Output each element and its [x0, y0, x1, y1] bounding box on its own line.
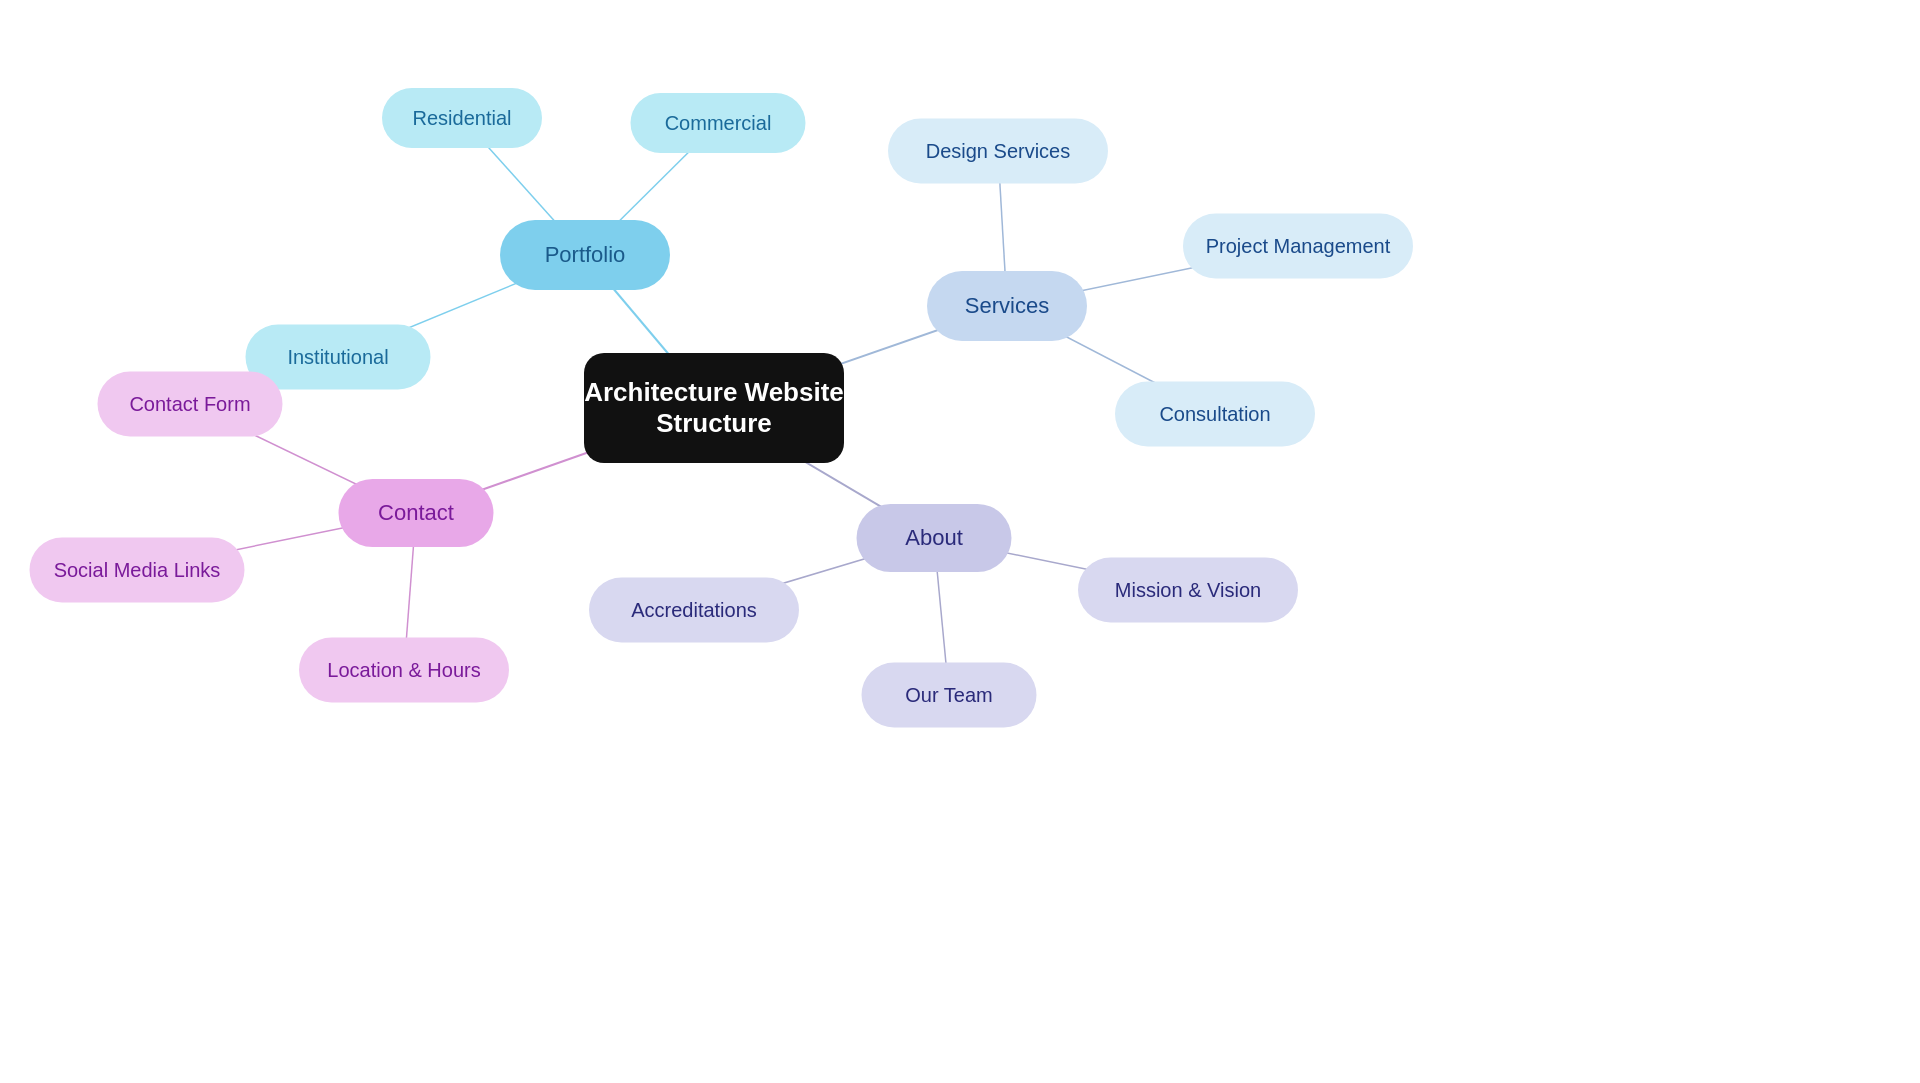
services-label: Services — [965, 293, 1049, 319]
location-hours-node[interactable]: Location & Hours — [299, 638, 509, 703]
portfolio-label: Portfolio — [545, 242, 626, 268]
center-label: Architecture Website Structure — [584, 377, 844, 439]
design-services-label: Design Services — [926, 140, 1071, 163]
location-hours-label: Location & Hours — [327, 659, 480, 682]
our-team-label: Our Team — [905, 684, 992, 707]
services-node[interactable]: Services — [927, 271, 1087, 341]
project-management-label: Project Management — [1206, 235, 1391, 258]
commercial-label: Commercial — [665, 112, 772, 135]
institutional-label: Institutional — [287, 346, 388, 369]
mission-vision-node[interactable]: Mission & Vision — [1078, 558, 1298, 623]
portfolio-node[interactable]: Portfolio — [500, 220, 670, 290]
consultation-label: Consultation — [1159, 403, 1270, 426]
contact-node[interactable]: Contact — [339, 479, 494, 547]
consultation-node[interactable]: Consultation — [1115, 382, 1315, 447]
about-node[interactable]: About — [857, 504, 1012, 572]
accreditations-label: Accreditations — [631, 599, 757, 622]
commercial-node[interactable]: Commercial — [631, 93, 806, 153]
mission-vision-label: Mission & Vision — [1115, 579, 1261, 602]
residential-label: Residential — [413, 107, 512, 130]
center-node: Architecture Website Structure — [584, 353, 844, 463]
project-management-node[interactable]: Project Management — [1183, 214, 1413, 279]
social-media-node[interactable]: Social Media Links — [30, 538, 245, 603]
contact-form-label: Contact Form — [129, 393, 250, 416]
residential-node[interactable]: Residential — [382, 88, 542, 148]
contact-form-node[interactable]: Contact Form — [98, 372, 283, 437]
design-services-node[interactable]: Design Services — [888, 119, 1108, 184]
contact-label: Contact — [378, 500, 454, 526]
our-team-node[interactable]: Our Team — [862, 663, 1037, 728]
accreditations-node[interactable]: Accreditations — [589, 578, 799, 643]
institutional-node[interactable]: Institutional — [246, 325, 431, 390]
about-label: About — [905, 525, 963, 551]
mindmap-container: Architecture Website Structure Portfolio… — [0, 0, 1920, 1083]
social-media-label: Social Media Links — [54, 559, 221, 582]
